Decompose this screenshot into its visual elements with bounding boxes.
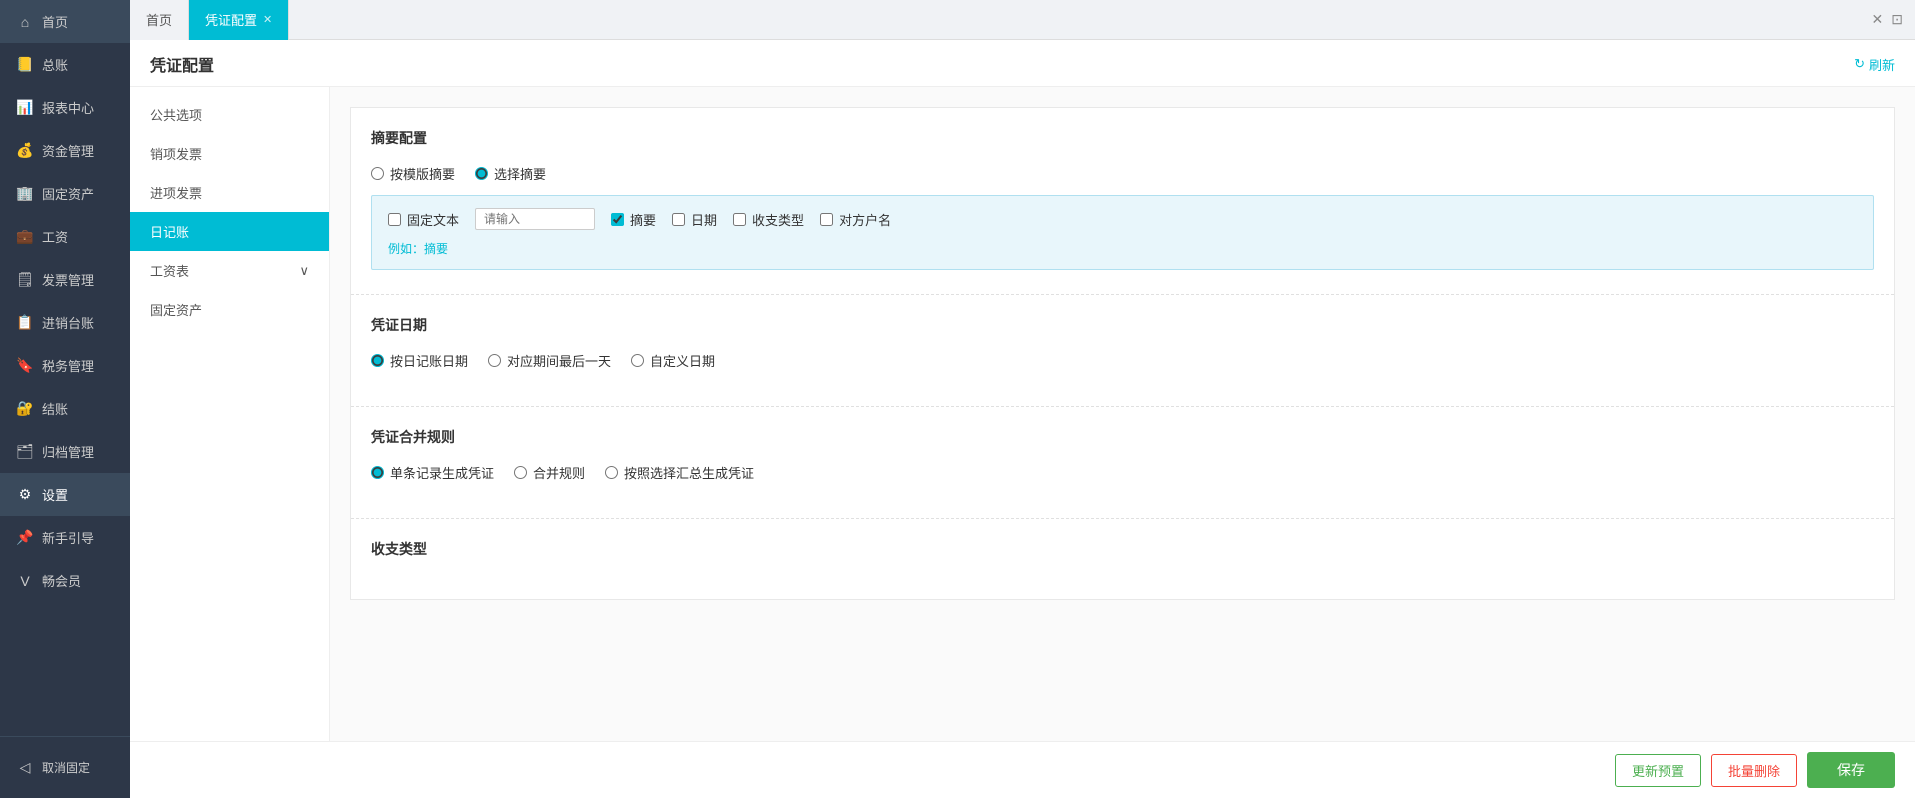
guide-icon: 📌 bbox=[16, 529, 34, 546]
refresh-button[interactable]: ↻ 刷新 bbox=[1854, 55, 1895, 74]
checkbox-date[interactable]: 日期 bbox=[672, 210, 717, 229]
pin-icon: ◁ bbox=[16, 759, 34, 776]
example-text: 例如：摘要 bbox=[388, 240, 1857, 257]
summary-title: 摘要配置 bbox=[371, 128, 1874, 148]
checkbox-counterpart[interactable]: 对方户名 bbox=[820, 210, 891, 229]
radio-single[interactable]: 单条记录生成凭证 bbox=[371, 463, 494, 482]
report-icon: 📊 bbox=[16, 99, 34, 116]
tabbar: 首页 凭证配置 ✕ ✕ ⊡ bbox=[130, 0, 1915, 40]
checkbox-income-type[interactable]: 收支类型 bbox=[733, 210, 804, 229]
date-title: 凭证日期 bbox=[371, 315, 1874, 335]
merge-title: 凭证合并规则 bbox=[371, 427, 1874, 447]
sidebar-item-cancel-pin[interactable]: ◁ 取消固定 bbox=[0, 747, 130, 788]
invoice-icon: 🗒 bbox=[16, 271, 34, 288]
ledger-icon: 📒 bbox=[16, 56, 34, 73]
radio-period-last[interactable]: 对应期间最后一天 bbox=[488, 351, 611, 370]
page-title: 凭证配置 bbox=[150, 52, 214, 76]
close-tab-icon[interactable]: ✕ bbox=[263, 13, 272, 26]
sidebar-item-home[interactable]: ⌂ 首页 bbox=[0, 0, 130, 43]
member-icon: V bbox=[16, 573, 34, 589]
sidebar-item-member[interactable]: V 畅会员 bbox=[0, 559, 130, 602]
sidebar-bottom: ◁ 取消固定 bbox=[0, 736, 130, 798]
left-nav: 公共选项 销项发票 进项发票 日记账 工资表 ∨ 固定资产 bbox=[130, 87, 330, 741]
sidebar-item-fund[interactable]: 💰 资金管理 bbox=[0, 129, 130, 172]
page-header: 凭证配置 ↻ 刷新 bbox=[130, 40, 1915, 87]
checkbox-abstract[interactable]: 摘要 bbox=[611, 210, 656, 229]
chevron-icon: ∨ bbox=[299, 263, 309, 279]
left-nav-item-journal[interactable]: 日记账 bbox=[130, 212, 329, 251]
summary-radio-group: 按模版摘要 选择摘要 bbox=[371, 164, 1874, 183]
content-area: 公共选项 销项发票 进项发票 日记账 工资表 ∨ 固定资产 摘要配置 bbox=[130, 87, 1915, 741]
save-button[interactable]: 保存 bbox=[1807, 752, 1895, 788]
bottom-bar: 更新预置 批量删除 保存 bbox=[130, 741, 1915, 798]
main-area: 首页 凭证配置 ✕ ✕ ⊡ 凭证配置 ↻ 刷新 公共选项 销项发票 进项发票 bbox=[130, 0, 1915, 798]
salary-icon: 💼 bbox=[16, 228, 34, 245]
batch-delete-button[interactable]: 批量删除 bbox=[1711, 754, 1797, 787]
main-panel: 摘要配置 按模版摘要 选择摘要 bbox=[330, 87, 1915, 741]
sidebar-item-asset[interactable]: 🏢 固定资产 bbox=[0, 172, 130, 215]
sidebar-item-ledger[interactable]: 📒 总账 bbox=[0, 43, 130, 86]
radio-merge-rule[interactable]: 合并规则 bbox=[514, 463, 585, 482]
expand-window-icon[interactable]: ⊡ bbox=[1891, 11, 1903, 28]
sidebar: ⌂ 首页 📒 总账 📊 报表中心 💰 资金管理 🏢 固定资产 💼 工资 🗒 发票… bbox=[0, 0, 130, 798]
sidebar-item-invoice[interactable]: 🗒 发票管理 bbox=[0, 258, 130, 301]
left-nav-item-sales[interactable]: 销项发票 bbox=[130, 134, 329, 173]
sidebar-item-inout[interactable]: 📋 进销台账 bbox=[0, 301, 130, 344]
summary-checkbox-row: 固定文本 摘要 日期 bbox=[388, 208, 1857, 230]
tab-home[interactable]: 首页 bbox=[130, 0, 189, 40]
archive-icon: 🗂 bbox=[16, 443, 34, 460]
merge-section: 凭证合并规则 单条记录生成凭证 合并规则 按照选择汇总生成凭证 bbox=[351, 407, 1894, 519]
date-radio-group: 按日记账日期 对应期间最后一天 自定义日期 bbox=[371, 351, 1874, 370]
sidebar-item-settings[interactable]: ⚙ 设置 bbox=[0, 473, 130, 516]
left-nav-item-purchase[interactable]: 进项发票 bbox=[130, 173, 329, 212]
sidebar-item-archive[interactable]: 🗂 归档管理 bbox=[0, 430, 130, 473]
income-type-section: 收支类型 bbox=[351, 519, 1894, 599]
left-nav-item-payroll[interactable]: 工资表 ∨ bbox=[130, 251, 329, 290]
update-preview-button[interactable]: 更新预置 bbox=[1615, 754, 1701, 787]
left-nav-item-fixed_asset[interactable]: 固定资产 bbox=[130, 290, 329, 329]
window-controls: ✕ ⊡ bbox=[1872, 11, 1915, 28]
inout-icon: 📋 bbox=[16, 314, 34, 331]
tax-icon: 🔖 bbox=[16, 357, 34, 374]
closing-icon: 🔐 bbox=[16, 400, 34, 417]
settings-icon: ⚙ bbox=[16, 486, 34, 503]
refresh-icon: ↻ bbox=[1854, 56, 1865, 72]
sidebar-item-guide[interactable]: 📌 新手引导 bbox=[0, 516, 130, 559]
left-nav-item-public[interactable]: 公共选项 bbox=[130, 95, 329, 134]
fixed-text-input[interactable] bbox=[475, 208, 595, 230]
sidebar-item-tax[interactable]: 🔖 税务管理 bbox=[0, 344, 130, 387]
summary-section: 摘要配置 按模版摘要 选择摘要 bbox=[351, 108, 1894, 295]
home-icon: ⌂ bbox=[16, 14, 34, 30]
radio-select-merge[interactable]: 按照选择汇总生成凭证 bbox=[605, 463, 754, 482]
close-window-icon[interactable]: ✕ bbox=[1872, 11, 1884, 28]
radio-custom-date[interactable]: 自定义日期 bbox=[631, 351, 715, 370]
checkbox-fixed-text[interactable]: 固定文本 bbox=[388, 210, 459, 229]
radio-select[interactable]: 选择摘要 bbox=[475, 164, 546, 183]
summary-config-box: 固定文本 摘要 日期 bbox=[371, 195, 1874, 270]
radio-journal-date[interactable]: 按日记账日期 bbox=[371, 351, 468, 370]
asset-icon: 🏢 bbox=[16, 185, 34, 202]
fund-icon: 💰 bbox=[16, 142, 34, 159]
tab-voucher-config[interactable]: 凭证配置 ✕ bbox=[189, 0, 289, 40]
merge-radio-group: 单条记录生成凭证 合并规则 按照选择汇总生成凭证 bbox=[371, 463, 1874, 482]
sidebar-item-report[interactable]: 📊 报表中心 bbox=[0, 86, 130, 129]
date-section: 凭证日期 按日记账日期 对应期间最后一天 自定义日期 bbox=[351, 295, 1894, 407]
sidebar-item-salary[interactable]: 💼 工资 bbox=[0, 215, 130, 258]
income-type-title: 收支类型 bbox=[371, 539, 1874, 559]
radio-template[interactable]: 按模版摘要 bbox=[371, 164, 455, 183]
sidebar-item-closing[interactable]: 🔐 结账 bbox=[0, 387, 130, 430]
sections-wrapper: 摘要配置 按模版摘要 选择摘要 bbox=[350, 107, 1895, 600]
